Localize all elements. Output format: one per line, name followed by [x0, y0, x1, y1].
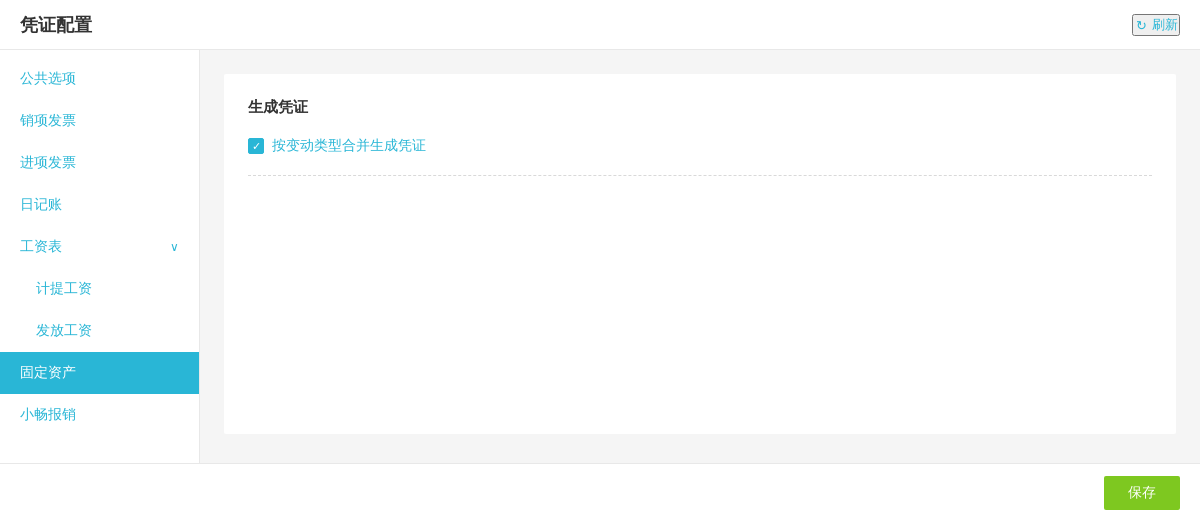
- sidebar-item-label: 销项发票: [20, 112, 76, 130]
- sidebar-item-sales-invoice[interactable]: 销项发票: [0, 100, 199, 142]
- sidebar: 公共选项 销项发票 进项发票 日记账 工资表 ∨ 计提工资 发放工资 固定资: [0, 50, 200, 463]
- footer: 保存: [0, 463, 1200, 522]
- sidebar-item-label: 小畅报销: [20, 406, 76, 424]
- checkmark-icon: ✓: [252, 141, 261, 152]
- sidebar-item-pay-payroll[interactable]: 发放工资: [0, 310, 199, 352]
- section-title: 生成凭证: [248, 98, 1152, 117]
- section-divider: [248, 175, 1152, 176]
- sidebar-item-calc-payroll[interactable]: 计提工资: [0, 268, 199, 310]
- sidebar-item-label: 进项发票: [20, 154, 76, 172]
- sidebar-item-label: 公共选项: [20, 70, 76, 88]
- checkbox-label[interactable]: 按变动类型合并生成凭证: [272, 137, 426, 155]
- sidebar-item-petty-expense[interactable]: 小畅报销: [0, 394, 199, 436]
- main-content: 生成凭证 ✓ 按变动类型合并生成凭证: [200, 50, 1200, 463]
- sidebar-item-label: 计提工资: [36, 280, 92, 296]
- chevron-down-icon: ∨: [170, 240, 179, 254]
- refresh-icon: ↻: [1134, 18, 1148, 32]
- content-card: 生成凭证 ✓ 按变动类型合并生成凭证: [224, 74, 1176, 434]
- sidebar-item-label: 工资表: [20, 238, 62, 256]
- merge-checkbox[interactable]: ✓: [248, 138, 264, 154]
- sidebar-item-journal[interactable]: 日记账: [0, 184, 199, 226]
- page-wrapper: 凭证配置 ↻ 刷新 公共选项 销项发票 进项发票 日记账 工资表 ∨: [0, 0, 1200, 522]
- sidebar-item-purchase-invoice[interactable]: 进项发票: [0, 142, 199, 184]
- sidebar-item-public-options[interactable]: 公共选项: [0, 58, 199, 100]
- refresh-label: 刷新: [1152, 16, 1178, 34]
- sidebar-item-label: 日记账: [20, 196, 62, 214]
- save-button[interactable]: 保存: [1104, 476, 1180, 510]
- sidebar-item-payroll-table[interactable]: 工资表 ∨: [0, 226, 199, 268]
- header: 凭证配置 ↻ 刷新: [0, 0, 1200, 50]
- checkbox-row: ✓ 按变动类型合并生成凭证: [248, 137, 1152, 155]
- page-title: 凭证配置: [20, 13, 92, 37]
- body-wrapper: 公共选项 销项发票 进项发票 日记账 工资表 ∨ 计提工资 发放工资 固定资: [0, 50, 1200, 463]
- sidebar-item-label: 发放工资: [36, 322, 92, 338]
- sidebar-item-label: 固定资产: [20, 364, 76, 382]
- sidebar-item-fixed-assets[interactable]: 固定资产: [0, 352, 199, 394]
- refresh-button[interactable]: ↻ 刷新: [1132, 14, 1180, 36]
